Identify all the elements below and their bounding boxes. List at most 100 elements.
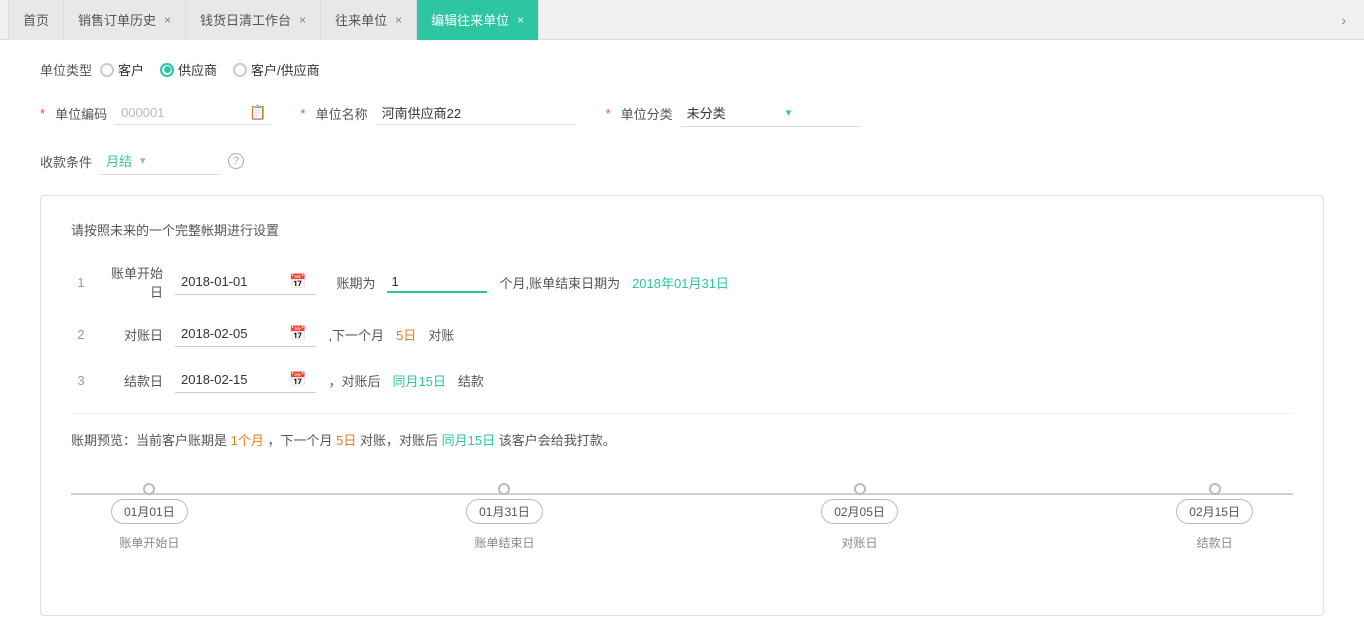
row3-desc-before: ，对账后 [328, 371, 380, 390]
tab-cash-work[interactable]: 钱货日清工作台 × [186, 0, 321, 40]
unit-info-row: * 单位编码 📋 * 单位名称 * 单位分类 未分类 [40, 99, 1324, 127]
tab-partners[interactable]: 往来单位 × [321, 0, 417, 40]
unit-type-field: 单位类型 客户 供应商 客户/供应商 [40, 60, 320, 79]
row3-highlight: 同月15日 [392, 371, 445, 390]
node-date-3: 02月15日 [1176, 499, 1253, 524]
tab-scroll-arrow[interactable]: › [1331, 12, 1356, 28]
node-date-2: 02月05日 [821, 499, 898, 524]
payment-value: 月结 [106, 151, 132, 170]
node-label-1: 账单结束日 [474, 534, 534, 551]
setting-row-3: 3 结款日 📅 ，对账后 同月15日 结款 [71, 367, 1293, 393]
timeline-node-2: 02月05日 对账日 [821, 483, 898, 551]
tab-partners-close[interactable]: × [395, 13, 402, 27]
period-label-1: 账期为 [336, 273, 375, 292]
timeline-nodes: 01月01日 账单开始日 01月31日 账单结束日 02月05日 对账日 [111, 483, 1253, 551]
preview-part4: 对账，对账后 [360, 433, 438, 448]
period-suffix-1: 个月,账单结束日期为 [499, 273, 620, 292]
tab-sales-history-close[interactable]: × [164, 13, 171, 27]
row-num-1: 1 [71, 275, 91, 290]
preview-suffix: 该客户会给我打款。 [499, 433, 616, 448]
unit-name-input[interactable] [376, 101, 576, 125]
row-type-2: 对账日 [103, 325, 163, 344]
unit-category-star: * [606, 106, 611, 121]
unit-category-field: * 单位分类 未分类 [606, 99, 861, 127]
unit-category-label: 单位分类 [621, 104, 673, 123]
unit-name-field: * 单位名称 [301, 101, 576, 125]
node-date-0: 01月01日 [111, 499, 188, 524]
tab-edit-partner-label: 编辑往来单位 [431, 10, 509, 29]
tab-cash-work-close[interactable]: × [299, 13, 306, 27]
radio-both-circle [233, 63, 247, 77]
period-input[interactable] [387, 272, 487, 293]
date-input-1[interactable] [181, 274, 281, 289]
row-type-1: 账单开始日 [103, 263, 163, 301]
row-num-2: 2 [71, 327, 91, 342]
preview-orange-1: 1个月 [231, 433, 264, 448]
tab-home-label: 首页 [23, 10, 49, 29]
row2-desc-before: ,下一个月 [328, 325, 384, 344]
card-title: 请按照未来的一个完整帐期进行设置 [71, 220, 1293, 239]
preview-teal: 同月15日 [442, 433, 495, 448]
setting-row-2: 2 对账日 📅 ,下一个月 5日 对账 [71, 321, 1293, 347]
date-wrap-2: 📅 [175, 321, 316, 347]
date-input-2[interactable] [181, 326, 281, 341]
tab-cash-work-label: 钱货日清工作台 [200, 10, 291, 29]
unit-name-label: 单位名称 [316, 104, 368, 123]
payment-label: 收款条件 [40, 152, 92, 171]
unit-category-select[interactable]: 未分类 [681, 99, 861, 127]
preview-orange-2: 5日 [336, 433, 356, 448]
tab-home[interactable]: 首页 [8, 0, 64, 40]
node-date-1: 01月31日 [466, 499, 543, 524]
row-num-3: 3 [71, 373, 91, 388]
payment-help-icon[interactable]: ? [228, 153, 244, 169]
unit-category-value: 未分类 [687, 103, 726, 122]
node-dot-2 [854, 483, 866, 495]
setting-row-1: 1 账单开始日 📅 账期为 个月,账单结束日期为 2018年01月31日 [71, 263, 1293, 301]
row3-desc-after: 结款 [458, 371, 484, 390]
unit-code-input[interactable] [115, 101, 245, 124]
cal-icon-3[interactable]: 📅 [285, 369, 310, 390]
preview-part2: ，下一个月 [268, 433, 333, 448]
unit-name-star: * [301, 106, 306, 121]
date-wrap-3: 📅 [175, 367, 316, 393]
radio-customer[interactable]: 客户 [100, 60, 144, 79]
radio-supplier[interactable]: 供应商 [160, 60, 217, 79]
tab-sales-history-label: 销售订单历史 [78, 10, 156, 29]
unit-code-field: * 单位编码 📋 [40, 101, 271, 125]
radio-supplier-label: 供应商 [178, 60, 217, 79]
unit-code-label: 单位编码 [55, 104, 107, 123]
radio-customer-label: 客户 [118, 60, 144, 79]
timeline: 01月01日 账单开始日 01月31日 账单结束日 02月05日 对账日 [71, 473, 1293, 581]
preview-section: 账期预览：当前客户账期是 1个月 ，下一个月 5日 对账，对账后 同月15日 该… [71, 413, 1293, 591]
payment-field: 收款条件 月结 ▾ ? [40, 147, 244, 175]
cal-icon-2[interactable]: 📅 [285, 323, 310, 344]
radio-group: 客户 供应商 客户/供应商 [100, 60, 320, 79]
cal-icon-1[interactable]: 📅 [285, 271, 310, 292]
unit-code-input-wrap: 📋 [115, 101, 270, 125]
unit-code-star: * [40, 106, 45, 121]
tab-bar: 首页 销售订单历史 × 钱货日清工作台 × 往来单位 × 编辑往来单位 × › [0, 0, 1364, 40]
radio-both-label: 客户/供应商 [251, 60, 320, 79]
unit-code-copy-icon[interactable]: 📋 [245, 102, 270, 123]
node-label-2: 对账日 [842, 534, 878, 551]
unit-type-row: 单位类型 客户 供应商 客户/供应商 [40, 60, 1324, 79]
row-type-3: 结款日 [103, 371, 163, 390]
payment-select[interactable]: 月结 ▾ [100, 147, 220, 175]
timeline-node-3: 02月15日 结款日 [1176, 483, 1253, 551]
radio-customer-circle [100, 63, 114, 77]
preview-text: 账期预览：当前客户账期是 1个月 ，下一个月 5日 对账，对账后 同月15日 该… [71, 430, 1293, 449]
tab-edit-partner-close[interactable]: × [517, 13, 524, 27]
tab-edit-partner[interactable]: 编辑往来单位 × [417, 0, 539, 40]
timeline-node-1: 01月31日 账单结束日 [466, 483, 543, 551]
node-label-0: 账单开始日 [119, 534, 179, 551]
date-input-3[interactable] [181, 372, 281, 387]
node-label-3: 结款日 [1197, 534, 1233, 551]
row2-highlight: 5日 [396, 325, 416, 344]
payment-row: 收款条件 月结 ▾ ? [40, 147, 1324, 175]
node-dot-0 [143, 483, 155, 495]
period-end-date: 2018年01月31日 [632, 273, 729, 292]
radio-both[interactable]: 客户/供应商 [233, 60, 320, 79]
node-dot-3 [1209, 483, 1221, 495]
radio-supplier-circle [160, 63, 174, 77]
tab-sales-history[interactable]: 销售订单历史 × [64, 0, 186, 40]
